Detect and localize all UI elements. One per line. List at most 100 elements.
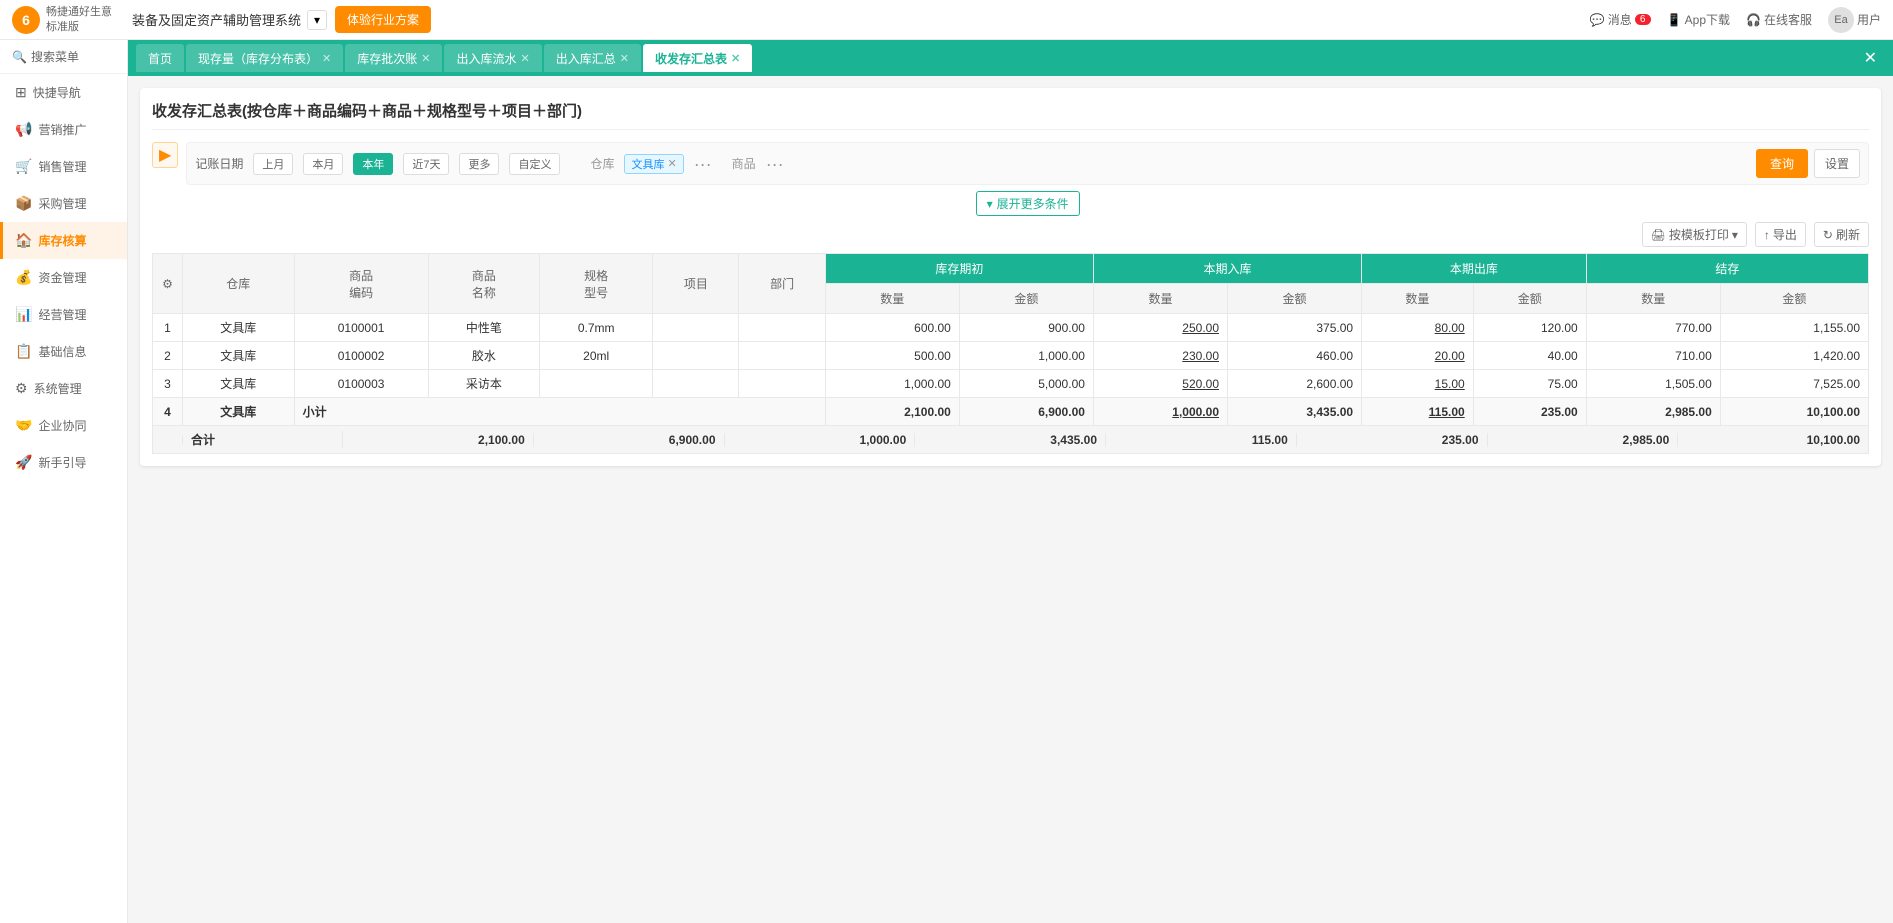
date-btn-custom[interactable]: 自定义 [509, 153, 560, 175]
sidebar-item-operations[interactable]: 📊 经营管理 [0, 296, 127, 333]
system-icon: ⚙ [15, 380, 28, 397]
top-bar: 6 畅捷通好生意 标准版 装备及固定资产辅助管理系统 ▾ 体验行业方案 💬 消息… [0, 0, 1893, 40]
print-btn[interactable]: 🖨 按模板打印 ▾ [1642, 222, 1747, 247]
export-label: 导出 [1773, 226, 1797, 243]
row2-in-qty[interactable]: 230.00 [1093, 342, 1227, 370]
expand-conditions-btn[interactable]: ▾ 展开更多条件 [976, 191, 1080, 216]
tab-batch-close[interactable]: ✕ [421, 52, 430, 65]
sidebar-item-sales[interactable]: 🛒 销售管理 [0, 148, 127, 185]
sidebar-item-purchase[interactable]: 📦 采购管理 [0, 185, 127, 222]
search-menu-item[interactable]: 🔍 搜索菜单 [0, 40, 127, 74]
tab-recv-send-close[interactable]: ✕ [731, 52, 740, 65]
subtotal-in-qty[interactable]: 1,000.00 [1093, 398, 1227, 426]
row2-bal-amt: 1,420.00 [1720, 342, 1868, 370]
goods-more[interactable]: ··· [766, 155, 784, 173]
export-btn[interactable]: ↑ 导出 [1755, 222, 1806, 247]
grid-icon: ⊞ [15, 84, 27, 101]
sidebar-item-inventory[interactable]: 🏠 库存核算 [0, 222, 127, 259]
sidebar-item-enterprise[interactable]: 🤝 企业协同 [0, 407, 127, 444]
row3-out-qty[interactable]: 15.00 [1362, 370, 1474, 398]
warehouse-filter-tag[interactable]: 文具库 ✕ [624, 154, 683, 174]
query-button[interactable]: 查询 [1756, 149, 1808, 178]
message-badge: 6 [1635, 14, 1651, 25]
tab-inventory-dist-close[interactable]: ✕ [322, 52, 331, 65]
subtotal-label: 小计 [294, 398, 825, 426]
try-industry-btn[interactable]: 体验行业方案 [335, 6, 431, 33]
date-btn-7days[interactable]: 近7天 [403, 153, 449, 175]
sidebar-item-marketing[interactable]: 📢 营销推广 [0, 111, 127, 148]
system-area: 装备及固定资产辅助管理系统 ▾ [132, 10, 327, 30]
system-dropdown[interactable]: ▾ [307, 10, 327, 30]
tab-home[interactable]: 首页 [136, 44, 184, 72]
user-item[interactable]: Ea 用户 [1828, 7, 1881, 33]
tab-recv-send[interactable]: 收发存汇总表 ✕ [643, 44, 752, 72]
refresh-label: 刷新 [1836, 226, 1860, 243]
date-btn-this-month[interactable]: 本月 [303, 153, 343, 175]
sidebar-item-finance[interactable]: 💰 资金管理 [0, 259, 127, 296]
subtotal-open-amt: 6,900.00 [959, 398, 1093, 426]
online-service-item[interactable]: 🎧 在线客服 [1746, 11, 1812, 28]
footer-in-qty: 1,000.00 [725, 433, 916, 447]
row1-code: 0100001 [294, 314, 428, 342]
settings-button[interactable]: 设置 [1814, 149, 1860, 178]
col-header-open-qty: 数量 [825, 284, 959, 314]
message-icon: 💬 [1590, 13, 1605, 27]
tab-flow-close[interactable]: ✕ [521, 52, 530, 65]
row1-out-amt: 120.00 [1473, 314, 1586, 342]
subtotal-out-qty[interactable]: 115.00 [1362, 398, 1474, 426]
message-item[interactable]: 💬 消息 6 [1590, 11, 1651, 28]
table-row: 1 文具库 0100001 中性笔 0.7mm 600.00 900.00 [153, 314, 1869, 342]
sidebar-label-basic-info: 基础信息 [38, 343, 86, 360]
row1-in-qty[interactable]: 250.00 [1093, 314, 1227, 342]
tab-inventory-dist[interactable]: 现存量（库存分布表） ✕ [186, 44, 343, 72]
row1-bal-qty: 770.00 [1586, 314, 1720, 342]
tab-batch[interactable]: 库存批次账 ✕ [345, 44, 442, 72]
row2-out-qty[interactable]: 20.00 [1362, 342, 1474, 370]
app-download-item[interactable]: 📱 App下载 [1667, 11, 1730, 28]
sidebar-label-purchase: 采购管理 [38, 195, 86, 212]
row1-out-qty[interactable]: 80.00 [1362, 314, 1474, 342]
row2-out-amt: 40.00 [1473, 342, 1586, 370]
inventory-icon: 🏠 [15, 232, 32, 249]
row3-in-qty[interactable]: 520.00 [1093, 370, 1227, 398]
row2-in-amt: 460.00 [1228, 342, 1362, 370]
tab-flow[interactable]: 出入库流水 ✕ [444, 44, 541, 72]
sidebar-item-quick-nav[interactable]: ⊞ 快捷导航 [0, 74, 127, 111]
sidebar-item-system[interactable]: ⚙ 系统管理 [0, 370, 127, 407]
sidebar-label-newbie: 新手引导 [38, 454, 86, 471]
row2-project [653, 342, 739, 370]
tab-summary-close[interactable]: ✕ [620, 52, 629, 65]
warehouse-tag-value: 文具库 [631, 156, 664, 172]
gear-header[interactable]: ⚙ [153, 254, 183, 314]
row2-spec: 20ml [540, 342, 653, 370]
subtotal-warehouse: 文具库 [183, 398, 295, 426]
footer-open-amt: 6,900.00 [534, 433, 725, 447]
tab-bar-close[interactable]: ✕ [1856, 48, 1885, 68]
row1-spec: 0.7mm [540, 314, 653, 342]
sidebar-item-basic-info[interactable]: 📋 基础信息 [0, 333, 127, 370]
logo-text: 畅捷通好生意 标准版 [46, 5, 112, 34]
row2-code: 0100002 [294, 342, 428, 370]
warehouse-tag-close[interactable]: ✕ [667, 157, 676, 170]
footer-label: 合计 [183, 431, 343, 448]
operations-icon: 📊 [15, 306, 32, 323]
tab-summary[interactable]: 出入库汇总 ✕ [544, 44, 641, 72]
tab-recv-send-label: 收发存汇总表 [655, 50, 727, 67]
page-content: 收发存汇总表(按仓库＋商品编码＋商品＋规格型号＋项目＋部门) ▶ 记账日期 上月… [128, 76, 1893, 923]
subtotal-open-qty: 2,100.00 [825, 398, 959, 426]
date-btn-last-month[interactable]: 上月 [253, 153, 293, 175]
refresh-btn[interactable]: ↻ 刷新 [1814, 222, 1869, 247]
row1-open-qty: 600.00 [825, 314, 959, 342]
expand-label: 展开更多条件 [997, 195, 1069, 212]
warehouse-more[interactable]: ··· [694, 155, 712, 173]
tab-home-label: 首页 [148, 50, 172, 67]
footer-out-amt: 235.00 [1297, 433, 1488, 447]
date-btn-more[interactable]: 更多 [459, 153, 499, 175]
filter-expand-arrow[interactable]: ▶ [152, 142, 178, 168]
avatar: Ea [1828, 7, 1854, 33]
user-label: 用户 [1857, 11, 1881, 28]
sidebar-item-newbie[interactable]: 🚀 新手引导 [0, 444, 127, 481]
date-btn-this-year[interactable]: 本年 [353, 153, 393, 175]
col-header-out-qty: 数量 [1362, 284, 1474, 314]
subtotal-in-amt: 3,435.00 [1228, 398, 1362, 426]
